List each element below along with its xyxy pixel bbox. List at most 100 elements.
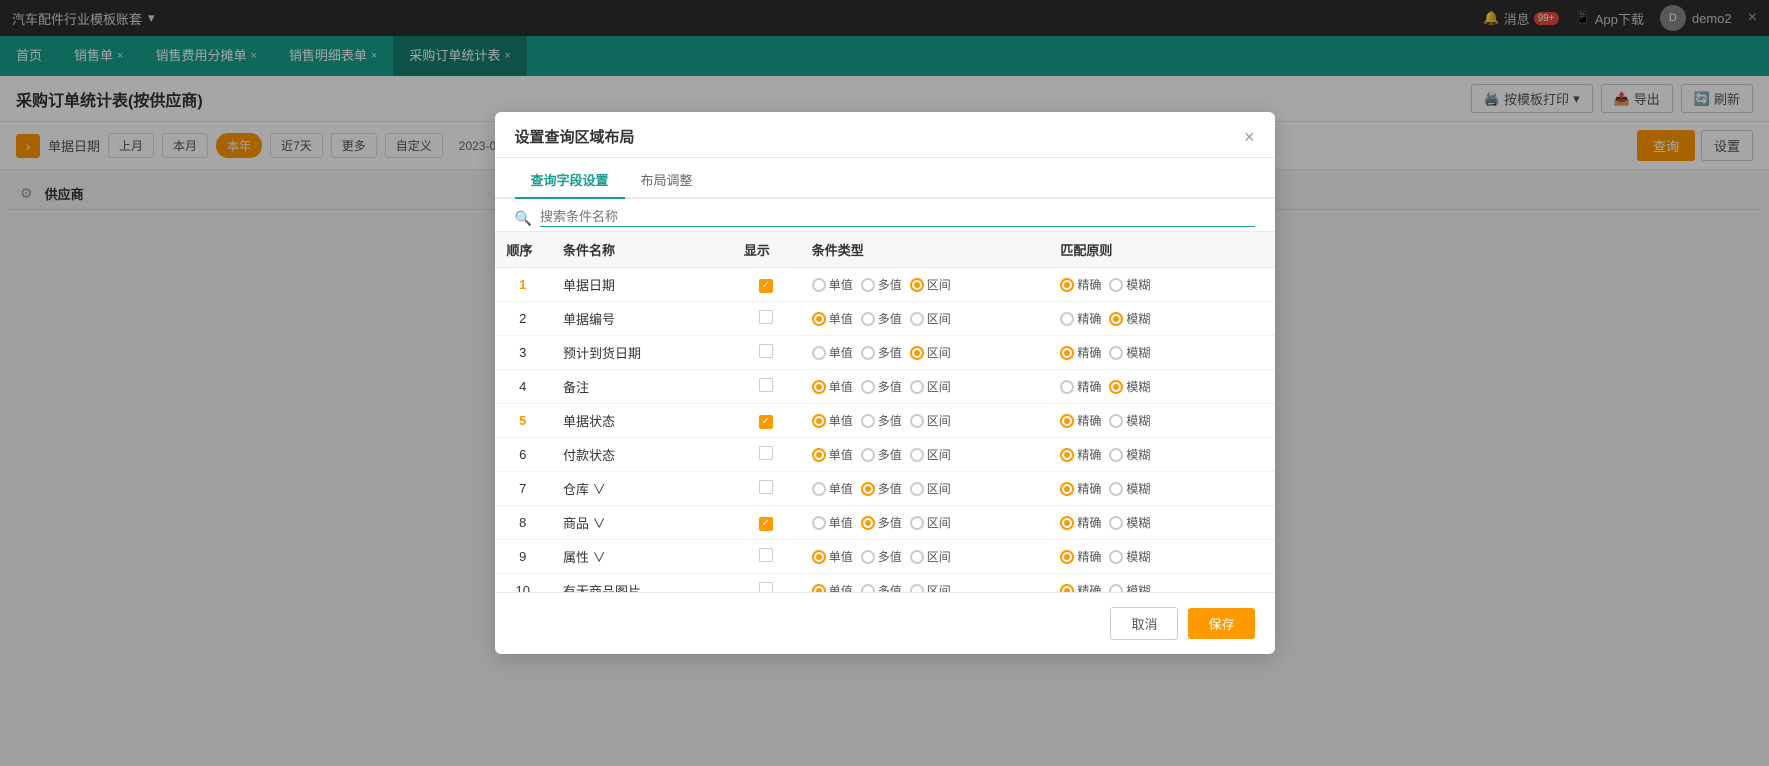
show-checkbox[interactable] bbox=[759, 548, 773, 562]
type-radio-range[interactable]: 区间 bbox=[910, 446, 951, 463]
type-radio-single[interactable]: 单值 bbox=[812, 344, 853, 361]
row-show[interactable] bbox=[732, 540, 800, 574]
modal-close-button[interactable]: × bbox=[1244, 128, 1255, 146]
row-type[interactable]: 单值多值区间 bbox=[800, 370, 1049, 404]
show-checkbox[interactable] bbox=[759, 446, 773, 460]
row-type[interactable]: 单值多值区间 bbox=[800, 506, 1049, 540]
type-radio-range[interactable]: 区间 bbox=[910, 582, 951, 592]
row-type[interactable]: 单值多值区间 bbox=[800, 438, 1049, 472]
type-radio-range[interactable]: 区间 bbox=[910, 276, 951, 293]
search-input[interactable] bbox=[540, 209, 1255, 227]
type-radio-range[interactable]: 区间 bbox=[910, 514, 951, 531]
type-radio-range[interactable]: 区间 bbox=[910, 344, 951, 361]
type-radio-multi[interactable]: 多值 bbox=[861, 446, 902, 463]
row-type[interactable]: 单值多值区间 bbox=[800, 574, 1049, 593]
row-show[interactable] bbox=[732, 404, 800, 438]
type-radio-single[interactable]: 单值 bbox=[812, 446, 853, 463]
match-radio-exact[interactable]: 精确 bbox=[1060, 548, 1101, 565]
match-radio-fuzzy[interactable]: 模糊 bbox=[1109, 548, 1150, 565]
match-radio-exact[interactable]: 精确 bbox=[1060, 582, 1101, 592]
row-match[interactable]: 精确 模糊 bbox=[1048, 438, 1274, 472]
table-row: 2单据编号单值多值区间精确模糊 bbox=[495, 302, 1275, 336]
row-match[interactable]: 精确模糊 bbox=[1048, 506, 1274, 540]
save-button[interactable]: 保存 bbox=[1188, 608, 1254, 639]
tab-layout-adjust[interactable]: 布局调整 bbox=[625, 162, 709, 199]
type-radio-multi[interactable]: 多值 bbox=[861, 310, 902, 327]
match-radio-fuzzy[interactable]: 模糊 bbox=[1109, 310, 1150, 327]
cancel-button[interactable]: 取消 bbox=[1110, 607, 1178, 640]
row-match[interactable]: 精确模糊 bbox=[1048, 302, 1274, 336]
match-radio-exact[interactable]: 精确 bbox=[1060, 344, 1101, 361]
row-show[interactable] bbox=[732, 268, 800, 302]
type-radio-multi[interactable]: 多值 bbox=[861, 480, 902, 497]
type-radio-single[interactable]: 单值 bbox=[812, 412, 853, 429]
type-radio-range[interactable]: 区间 bbox=[910, 378, 951, 395]
type-radio-multi[interactable]: 多值 bbox=[861, 582, 902, 592]
row-show[interactable] bbox=[732, 370, 800, 404]
type-radio-range[interactable]: 区间 bbox=[910, 310, 951, 327]
match-label-fuzzy: 模糊 bbox=[1126, 446, 1150, 463]
type-radio-multi[interactable]: 多值 bbox=[861, 378, 902, 395]
match-radio-exact[interactable]: 精确 bbox=[1060, 310, 1101, 327]
match-radio-exact[interactable]: 精确 bbox=[1060, 446, 1101, 463]
match-radio-fuzzy[interactable]: 模糊 bbox=[1109, 582, 1150, 592]
type-radio-range[interactable]: 区间 bbox=[910, 412, 951, 429]
show-checkbox[interactable] bbox=[759, 582, 773, 592]
radio-circle-multi bbox=[861, 516, 875, 530]
type-radio-range[interactable]: 区间 bbox=[910, 480, 951, 497]
show-checkbox[interactable] bbox=[759, 480, 773, 494]
modal-table: 顺序 条件名称 显示 条件类型 匹配原则 1单据日期单值多值区间精确模糊2单据编… bbox=[495, 232, 1275, 592]
row-show[interactable] bbox=[732, 336, 800, 370]
type-radio-multi[interactable]: 多值 bbox=[861, 412, 902, 429]
row-type[interactable]: 单值多值区间 bbox=[800, 472, 1049, 506]
row-match[interactable]: 精确模糊 bbox=[1048, 540, 1274, 574]
type-radio-single[interactable]: 单值 bbox=[812, 378, 853, 395]
type-radio-multi[interactable]: 多值 bbox=[861, 344, 902, 361]
type-radio-single[interactable]: 单值 bbox=[812, 582, 853, 592]
row-type[interactable]: 单值多值区间 bbox=[800, 268, 1049, 302]
match-radio-fuzzy[interactable]: 模糊 bbox=[1109, 344, 1150, 361]
row-match[interactable]: 精确模糊 bbox=[1048, 268, 1274, 302]
match-radio-fuzzy[interactable]: 模糊 bbox=[1109, 412, 1150, 429]
show-checkbox[interactable] bbox=[759, 378, 773, 392]
match-radio-fuzzy[interactable]: 模糊 bbox=[1109, 378, 1150, 395]
row-type[interactable]: 单值多值区间 bbox=[800, 336, 1049, 370]
row-show[interactable] bbox=[732, 472, 800, 506]
show-checkbox[interactable] bbox=[759, 344, 773, 358]
show-checkbox[interactable] bbox=[759, 310, 773, 324]
type-radio-multi[interactable]: 多值 bbox=[861, 548, 902, 565]
show-checkbox[interactable] bbox=[759, 415, 773, 429]
type-radio-multi[interactable]: 多值 bbox=[861, 514, 902, 531]
row-match[interactable]: 精确模糊 bbox=[1048, 370, 1274, 404]
row-show[interactable] bbox=[732, 506, 800, 540]
type-radio-single[interactable]: 单值 bbox=[812, 514, 853, 531]
row-type[interactable]: 单值多值区间 bbox=[800, 302, 1049, 336]
type-radio-single[interactable]: 单值 bbox=[812, 480, 853, 497]
type-radio-single[interactable]: 单值 bbox=[812, 310, 853, 327]
match-radio-exact[interactable]: 精确 bbox=[1060, 514, 1101, 531]
match-radio-exact[interactable]: 精确 bbox=[1060, 276, 1101, 293]
match-radio-fuzzy[interactable]: 模糊 bbox=[1109, 276, 1150, 293]
type-radio-single[interactable]: 单值 bbox=[812, 276, 853, 293]
row-match[interactable]: 精确模糊 bbox=[1048, 336, 1274, 370]
match-radio-fuzzy[interactable]: 模糊 bbox=[1109, 480, 1150, 497]
type-radio-multi[interactable]: 多值 bbox=[861, 276, 902, 293]
row-show[interactable] bbox=[732, 302, 800, 336]
row-type[interactable]: 单值多值区间 bbox=[800, 404, 1049, 438]
row-show[interactable] bbox=[732, 438, 800, 472]
row-match[interactable]: 精确模糊 bbox=[1048, 574, 1274, 593]
row-type[interactable]: 单值多值区间 bbox=[800, 540, 1049, 574]
tab-query-fields[interactable]: 查询字段设置 bbox=[515, 162, 625, 199]
match-radio-exact[interactable]: 精确 bbox=[1060, 378, 1101, 395]
match-radio-exact[interactable]: 精确 bbox=[1060, 412, 1101, 429]
match-radio-fuzzy[interactable]: 模糊 bbox=[1109, 514, 1150, 531]
type-radio-range[interactable]: 区间 bbox=[910, 548, 951, 565]
show-checkbox[interactable] bbox=[759, 279, 773, 293]
match-radio-exact[interactable]: 精确 bbox=[1060, 480, 1101, 497]
row-show[interactable] bbox=[732, 574, 800, 593]
row-match[interactable]: 精确模糊 bbox=[1048, 472, 1274, 506]
type-radio-single[interactable]: 单值 bbox=[812, 548, 853, 565]
row-match[interactable]: 精确模糊 bbox=[1048, 404, 1274, 438]
match-radio-fuzzy[interactable]: 模糊 bbox=[1109, 446, 1150, 463]
show-checkbox[interactable] bbox=[759, 517, 773, 531]
